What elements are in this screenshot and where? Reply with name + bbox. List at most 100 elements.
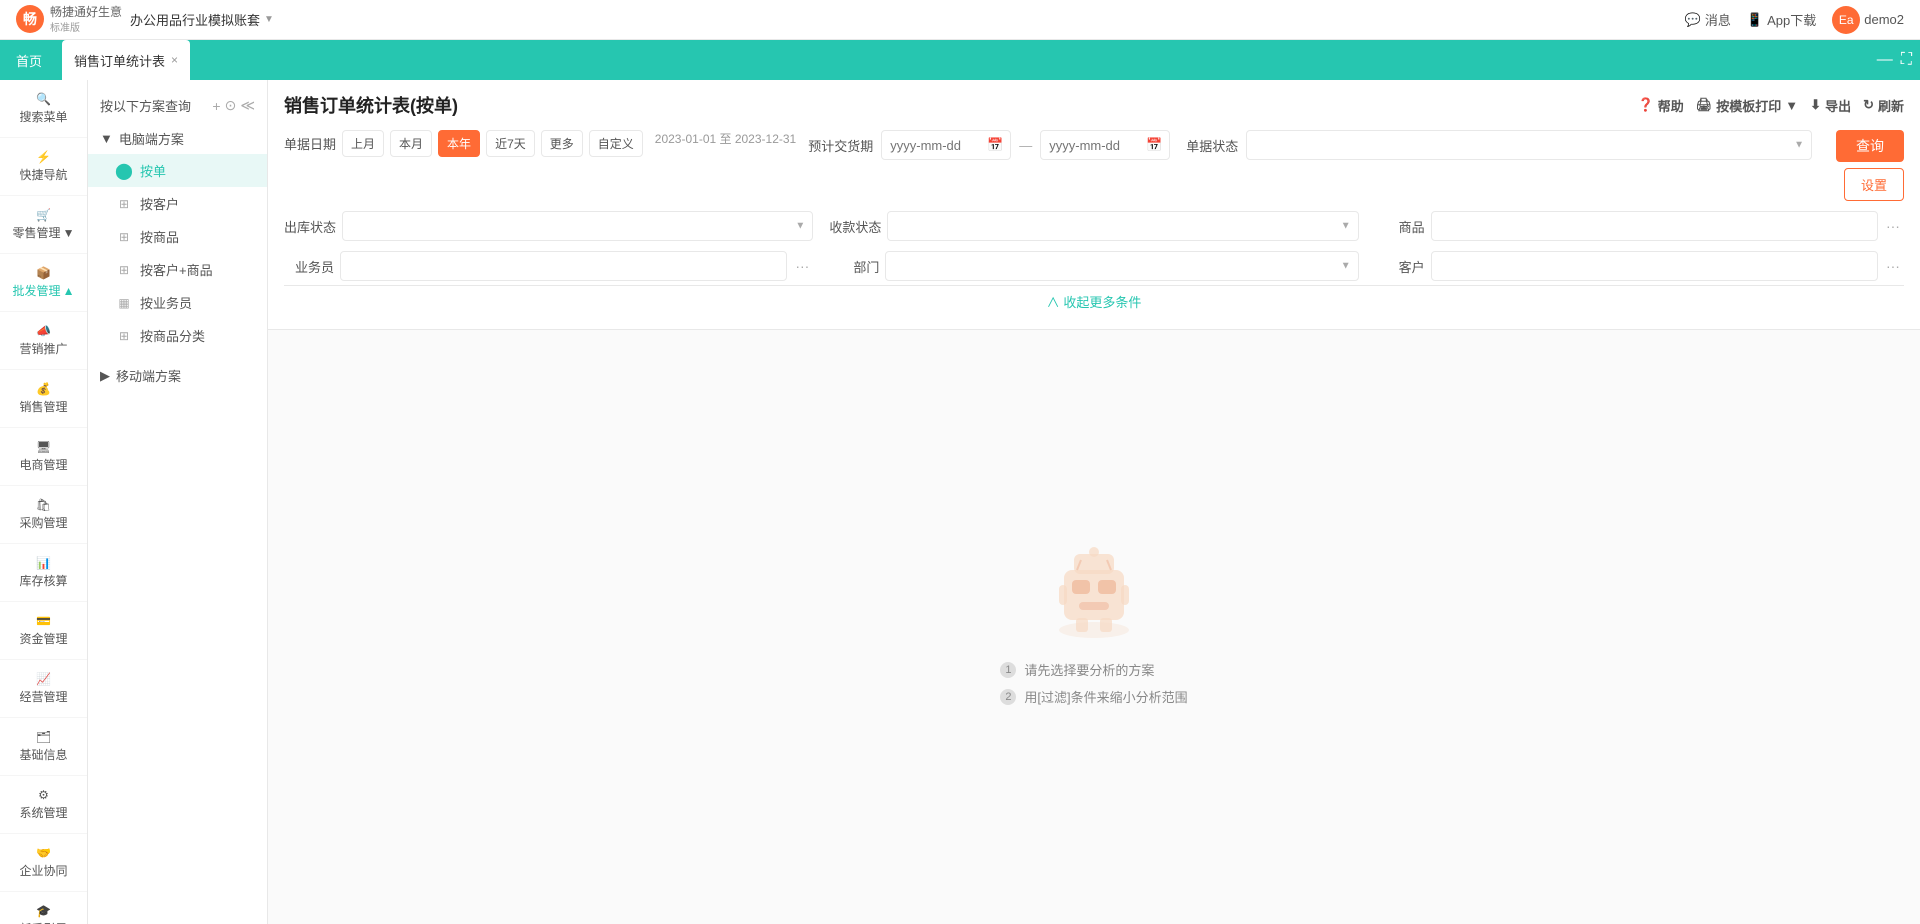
customer-input[interactable] xyxy=(1431,251,1878,281)
sidebar-item-enterprise[interactable]: 🤝 企业协同 xyxy=(0,834,87,892)
export-button[interactable]: ⬇ 导出 xyxy=(1810,96,1851,115)
sidebar-item-guide[interactable]: 🎓 新手引导 xyxy=(0,892,87,924)
sidebar-item-system[interactable]: ⚙ 系统管理 xyxy=(0,776,87,834)
sidebar-label-ecommerce: 电商管理 xyxy=(19,456,67,473)
print-button[interactable]: 🖨 按模板打印 ▼ xyxy=(1696,96,1798,115)
by-order-icon: ⬤ xyxy=(116,163,132,179)
sidebar-item-purchase[interactable]: 🛍 采购管理 xyxy=(0,486,87,544)
scheme-item-by-goods-category-label: 按商品分类 xyxy=(140,326,255,345)
bill-status-select[interactable] xyxy=(1246,130,1812,160)
ecommerce-icon: 🖥 xyxy=(36,440,51,454)
salesman-input[interactable] xyxy=(340,251,787,281)
date-label: 单据日期 xyxy=(284,134,336,153)
tab-close-button[interactable]: × xyxy=(171,53,178,67)
tab-active-label: 销售订单统计表 xyxy=(74,51,165,70)
collapse-icon: ∧ xyxy=(1047,295,1060,310)
scheme-item-by-goods-category[interactable]: ⊞ 按商品分类 xyxy=(88,319,267,352)
user-area[interactable]: Ea demo2 xyxy=(1832,6,1904,34)
sidebar-item-wholesale[interactable]: 📦 批发管理 ▲ xyxy=(0,254,87,312)
account-name: 办公用品行业模拟账套 xyxy=(130,10,260,29)
scheme-item-by-order[interactable]: ⬤ 按单 xyxy=(88,154,267,187)
sidebar-item-finance[interactable]: 💳 资金管理 xyxy=(0,602,87,660)
date-range-text: 2023-01-01 至 2023-12-31 xyxy=(655,130,796,147)
logo-subtitle: 标准版 xyxy=(50,19,122,34)
app-download-button[interactable]: 📱 App下载 xyxy=(1747,10,1816,29)
sidebar-item-ecommerce[interactable]: 🖥 电商管理 xyxy=(0,428,87,486)
current-year-btn[interactable]: 本年 xyxy=(438,130,480,157)
sidebar-item-quick-nav[interactable]: ⚡ 快捷导航 xyxy=(0,138,87,196)
scheme-item-by-salesman[interactable]: ▦ 按业务员 xyxy=(88,286,267,319)
retail-icon: 🛒 xyxy=(36,208,51,222)
sidebar-item-sales[interactable]: 💰 销售管理 xyxy=(0,370,87,428)
sidebar-item-inventory[interactable]: 📊 库存核算 xyxy=(0,544,87,602)
sidebar-item-retail[interactable]: 🛒 零售管理 ▼ xyxy=(0,196,87,254)
more-date-btn[interactable]: 更多 xyxy=(541,130,583,157)
desktop-scheme-arrow-icon: ▼ xyxy=(100,131,113,146)
finance-icon: 💳 xyxy=(36,614,51,628)
refresh-button[interactable]: ↻ 刷新 xyxy=(1863,96,1904,115)
search-menu-icon: 🔍 xyxy=(36,92,51,106)
sidebar-item-marketing[interactable]: 📣 营销推广 xyxy=(0,312,87,370)
goods-ellipsis-button[interactable]: ··· xyxy=(1882,218,1904,234)
enterprise-icon: 🤝 xyxy=(36,846,51,860)
customer-ellipsis-button[interactable]: ··· xyxy=(1882,258,1904,274)
query-button[interactable]: 查询 xyxy=(1836,130,1904,162)
sidebar-item-basic-info[interactable]: 🗂 基础信息 xyxy=(0,718,87,776)
message-button[interactable]: 💬 消息 xyxy=(1685,10,1731,29)
scheme-item-by-order-label: 按单 xyxy=(140,161,255,180)
last7days-btn[interactable]: 近7天 xyxy=(486,130,535,157)
by-customer-icon: ⊞ xyxy=(116,196,132,212)
receive-status-select[interactable] xyxy=(887,211,1358,241)
calendar-end-icon: 📅 xyxy=(1146,137,1162,153)
desktop-scheme-header[interactable]: ▼ 电脑端方案 xyxy=(88,123,267,154)
mobile-scheme-header[interactable]: ▶ 移动端方案 xyxy=(88,360,267,391)
desktop-scheme-label: 电脑端方案 xyxy=(119,129,184,148)
logo-icon: 畅 xyxy=(16,5,44,33)
scheme-item-by-salesman-label: 按业务员 xyxy=(140,293,255,312)
add-scheme-button[interactable]: + xyxy=(212,98,220,114)
ship-status-select[interactable] xyxy=(342,211,813,241)
tip-text-1: 请先选择要分析的方案 xyxy=(1024,660,1154,679)
scheme-item-by-goods[interactable]: ⊞ 按商品 xyxy=(88,220,267,253)
settings-button[interactable]: 设置 xyxy=(1844,168,1904,201)
customer-filter: 客户 ··· xyxy=(1375,251,1904,281)
account-dropdown[interactable]: 办公用品行业模拟账套 ▼ xyxy=(130,10,274,29)
top-bar-left: 畅 畅捷通好生意 标准版 办公用品行业模拟账套 ▼ xyxy=(16,5,274,34)
department-select[interactable] xyxy=(885,251,1358,281)
app-download-icon: 📱 xyxy=(1747,12,1763,28)
top-bar-right: 💬 消息 📱 App下载 Ea demo2 xyxy=(1685,6,1904,34)
sidebar-item-search[interactable]: 🔍 搜索菜单 xyxy=(0,80,87,138)
by-salesman-icon: ▦ xyxy=(116,295,132,311)
wholesale-arrow-icon: ▲ xyxy=(63,284,75,298)
filter-row-1: 单据日期 上月 本月 本年 近7天 更多 自定义 2023-01-01 至 20… xyxy=(284,130,1904,201)
expected-date-and-status: 预计交货期 📅 — 📅 单据状态 ▼ xyxy=(808,130,1812,160)
salesman-ellipsis-button[interactable]: ··· xyxy=(791,258,813,274)
maximize-icon[interactable]: ⛶ xyxy=(1901,51,1912,69)
tab-home[interactable]: 首页 xyxy=(0,40,58,80)
ship-status-select-wrapper: ▼ xyxy=(342,211,813,241)
main-layout: 🔍 搜索菜单 ⚡ 快捷导航 🛒 零售管理 ▼ 📦 批发管理 ▲ 📣 营销推广 xyxy=(0,80,1920,924)
query-btn-group: 查询 设置 xyxy=(1824,130,1904,201)
ship-status-label: 出库状态 xyxy=(284,217,336,236)
user-name: demo2 xyxy=(1864,12,1904,27)
collapse-panel-button[interactable]: ≪ xyxy=(240,97,255,114)
page-title-row: 销售订单统计表(按单) ❓ 帮助 🖨 按模板打印 ▼ ⬇ xyxy=(284,92,1904,118)
marketing-icon: 📣 xyxy=(36,324,51,338)
custom-date-btn[interactable]: 自定义 xyxy=(589,130,643,157)
scheme-item-by-customer-goods[interactable]: ⊞ 按客户+商品 xyxy=(88,253,267,286)
collapse-bar[interactable]: ∧ 收起更多条件 xyxy=(284,285,1904,317)
tab-active[interactable]: 销售订单统计表 × xyxy=(62,40,190,80)
this-month-btn[interactable]: 本月 xyxy=(390,130,432,157)
purchase-icon: 🛍 xyxy=(36,498,51,512)
last-month-btn[interactable]: 上月 xyxy=(342,130,384,157)
scheme-item-by-customer[interactable]: ⊞ 按客户 xyxy=(88,187,267,220)
sales-icon: 💰 xyxy=(36,382,51,396)
system-icon: ⚙ xyxy=(38,788,49,802)
filter-area: 销售订单统计表(按单) ❓ 帮助 🖨 按模板打印 ▼ ⬇ xyxy=(268,80,1920,330)
goods-input[interactable] xyxy=(1431,211,1878,241)
tab-bar-right: — ⛶ xyxy=(1877,51,1920,69)
minimize-icon[interactable]: — xyxy=(1877,51,1893,69)
sidebar-item-management[interactable]: 📈 经营管理 xyxy=(0,660,87,718)
edit-scheme-button[interactable]: ⊙ xyxy=(225,97,237,114)
help-button[interactable]: ❓ 帮助 xyxy=(1638,96,1684,115)
